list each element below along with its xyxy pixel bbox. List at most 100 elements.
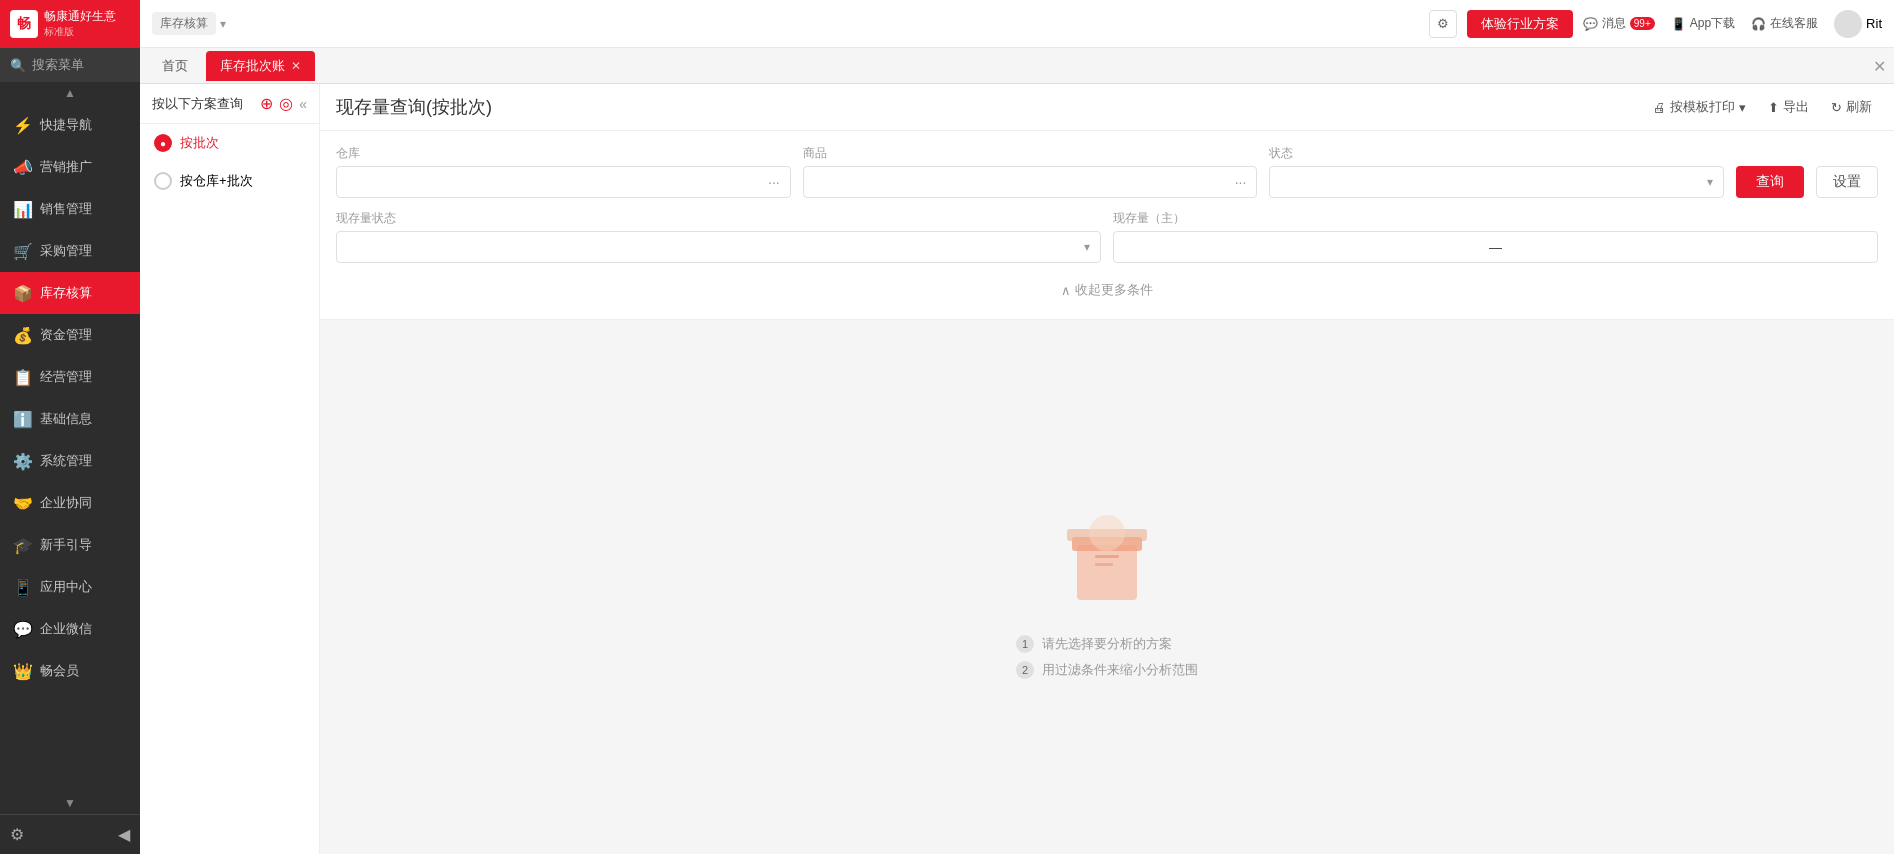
app-version: 标准版 bbox=[44, 25, 116, 39]
export-btn[interactable]: ⬆ 导出 bbox=[1762, 94, 1815, 120]
app-download-btn[interactable]: 📱 App下载 bbox=[1671, 15, 1735, 32]
status-input[interactable]: ▾ bbox=[1269, 166, 1724, 198]
left-panel-header: 按以下方案查询 ⊕ ◎ « bbox=[140, 84, 319, 124]
message-badge: 99+ bbox=[1630, 17, 1655, 30]
avatar bbox=[1834, 10, 1862, 38]
gear-icon: ⚙ bbox=[1437, 16, 1449, 31]
sidebar-item-label: 快捷导航 bbox=[40, 116, 92, 134]
sidebar-item-finance[interactable]: 💰 资金管理 bbox=[0, 314, 140, 356]
message-btn[interactable]: 💬 消息 99+ bbox=[1583, 15, 1655, 32]
tip-num-1: 1 bbox=[1016, 635, 1034, 653]
app-logo: 畅 bbox=[10, 10, 38, 38]
stock-status-input[interactable]: ▾ bbox=[336, 231, 1101, 263]
topbar-gear-btn[interactable]: ⚙ bbox=[1429, 10, 1457, 38]
tab-home-label: 首页 bbox=[162, 57, 188, 75]
product-input[interactable]: ··· bbox=[803, 166, 1258, 198]
svg-point-3 bbox=[1089, 515, 1125, 551]
scheme-settings-btn[interactable]: ◎ bbox=[279, 94, 293, 113]
product-ellipsis[interactable]: ··· bbox=[1235, 174, 1247, 190]
enterprise-icon: 🤝 bbox=[14, 494, 32, 512]
stock-qty-separator: — bbox=[1489, 240, 1502, 255]
svg-rect-5 bbox=[1095, 563, 1113, 566]
sidebar-item-enterprise[interactable]: 🤝 企业协同 bbox=[0, 482, 140, 524]
left-panel: 按以下方案查询 ⊕ ◎ « ● 按批次 按仓库+批次 bbox=[140, 84, 320, 854]
page-title-bar: 现存量查询(按批次) 🖨 按模板打印 ▾ ⬆ 导出 ↻ 刷新 bbox=[320, 84, 1894, 131]
search-menu[interactable]: 🔍 搜索菜单 bbox=[0, 48, 140, 82]
sidebar-item-apps[interactable]: 📱 应用中心 bbox=[0, 566, 140, 608]
filter-row-2: 现存量状态 ▾ 现存量（主） — bbox=[336, 210, 1878, 263]
tip-text-1: 请先选择要分析的方案 bbox=[1042, 635, 1172, 653]
sidebar-scroll-up[interactable]: ▲ bbox=[0, 82, 140, 104]
stock-status-field: 现存量状态 ▾ bbox=[336, 210, 1101, 263]
sidebar-item-system[interactable]: ⚙️ 系统管理 bbox=[0, 440, 140, 482]
inventory-icon: 📦 bbox=[14, 284, 32, 302]
query-btn[interactable]: 查询 bbox=[1736, 166, 1804, 198]
add-scheme-btn[interactable]: ⊕ bbox=[260, 94, 273, 113]
empty-tip-1: 1 请先选择要分析的方案 bbox=[1016, 635, 1198, 653]
sidebar-scroll-down[interactable]: ▼ bbox=[0, 792, 140, 814]
sidebar: 畅 畅康通好生意 标准版 🔍 搜索菜单 ▲ ⚡ 快捷导航 📣 营销推广 📊 销售… bbox=[0, 0, 140, 854]
tip-num-2: 2 bbox=[1016, 661, 1034, 679]
sidebar-item-purchase[interactable]: 🛒 采购管理 bbox=[0, 230, 140, 272]
breadcrumb: 库存核算 ▾ bbox=[152, 12, 1419, 35]
warehouse-input[interactable]: ··· bbox=[336, 166, 791, 198]
sidebar-item-member[interactable]: 👑 畅会员 bbox=[0, 650, 140, 692]
print-dropdown-icon[interactable]: ▾ bbox=[1739, 100, 1746, 115]
breadcrumb-arrow: ▾ bbox=[220, 17, 226, 31]
sidebar-item-label: 畅会员 bbox=[40, 662, 79, 680]
sidebar-item-label: 企业协同 bbox=[40, 494, 92, 512]
stock-qty-max-input[interactable] bbox=[1787, 240, 1867, 255]
warehouse-ellipsis[interactable]: ··· bbox=[768, 174, 780, 190]
sidebar-item-guide[interactable]: 🎓 新手引导 bbox=[0, 524, 140, 566]
print-btn[interactable]: 🖨 按模板打印 ▾ bbox=[1647, 94, 1752, 120]
breadcrumb-path: 库存核算 bbox=[152, 12, 216, 35]
sidebar-item-basic[interactable]: ℹ️ 基础信息 bbox=[0, 398, 140, 440]
status-dropdown-icon: ▾ bbox=[1707, 175, 1713, 189]
refresh-btn[interactable]: ↻ 刷新 bbox=[1825, 94, 1878, 120]
app-title: 畅康通好生意 bbox=[44, 9, 116, 25]
scheme-dot-active: ● bbox=[154, 134, 172, 152]
scheme-by-batch[interactable]: ● 按批次 bbox=[140, 124, 319, 162]
tab-batch-account[interactable]: 库存批次账 ✕ bbox=[206, 51, 315, 81]
page-title-actions: 🖨 按模板打印 ▾ ⬆ 导出 ↻ 刷新 bbox=[1647, 94, 1878, 120]
tip-text-2: 用过滤条件来缩小分析范围 bbox=[1042, 661, 1198, 679]
online-support-label: 在线客服 bbox=[1770, 15, 1818, 32]
sidebar-item-operation[interactable]: 📋 经营管理 bbox=[0, 356, 140, 398]
sidebar-item-marketing[interactable]: 📣 营销推广 bbox=[0, 146, 140, 188]
system-icon: ⚙️ bbox=[14, 452, 32, 470]
collapse-sidebar-icon[interactable]: ◀ bbox=[118, 825, 130, 844]
collapse-panel-btn[interactable]: « bbox=[299, 96, 307, 112]
collapse-label: 收起更多条件 bbox=[1075, 281, 1153, 299]
tab-batch-account-label: 库存批次账 bbox=[220, 57, 285, 75]
warehouse-label: 仓库 bbox=[336, 145, 791, 162]
sidebar-item-inventory[interactable]: 📦 库存核算 bbox=[0, 272, 140, 314]
stock-status-label: 现存量状态 bbox=[336, 210, 1101, 227]
tab-home[interactable]: 首页 bbox=[148, 51, 202, 81]
settings-icon[interactable]: ⚙ bbox=[10, 825, 24, 844]
trial-btn[interactable]: 体验行业方案 bbox=[1467, 10, 1573, 38]
basic-icon: ℹ️ bbox=[14, 410, 32, 428]
online-support-btn[interactable]: 🎧 在线客服 bbox=[1751, 15, 1818, 32]
stock-qty-min-input[interactable] bbox=[1124, 240, 1204, 255]
sidebar-item-label: 经营管理 bbox=[40, 368, 92, 386]
sidebar-item-label: 资金管理 bbox=[40, 326, 92, 344]
finance-icon: 💰 bbox=[14, 326, 32, 344]
setting-btn[interactable]: 设置 bbox=[1816, 166, 1878, 198]
search-menu-label: 搜索菜单 bbox=[32, 56, 84, 74]
sidebar-item-quick-nav[interactable]: ⚡ 快捷导航 bbox=[0, 104, 140, 146]
page-content: 按以下方案查询 ⊕ ◎ « ● 按批次 按仓库+批次 现存量查询(按批次) bbox=[140, 84, 1894, 854]
tab-close-icon[interactable]: ✕ bbox=[291, 60, 301, 72]
svg-rect-0 bbox=[1077, 545, 1137, 600]
collapse-more-btn[interactable]: ∧ 收起更多条件 bbox=[336, 275, 1878, 305]
tab-panel-close-icon[interactable]: ✕ bbox=[1873, 56, 1886, 75]
user-menu[interactable]: Rit bbox=[1834, 10, 1882, 38]
headset-icon: 🎧 bbox=[1751, 17, 1766, 31]
main-area: 库存核算 ▾ ⚙ 体验行业方案 💬 消息 99+ 📱 App下载 🎧 在线客服 bbox=[140, 0, 1894, 854]
scheme-by-warehouse-batch[interactable]: 按仓库+批次 bbox=[140, 162, 319, 200]
operation-icon: 📋 bbox=[14, 368, 32, 386]
wechat-icon: 💬 bbox=[14, 620, 32, 638]
sidebar-item-sales[interactable]: 📊 销售管理 bbox=[0, 188, 140, 230]
search-icon: 🔍 bbox=[10, 58, 26, 73]
export-label: 导出 bbox=[1783, 98, 1809, 116]
sidebar-item-wechat[interactable]: 💬 企业微信 bbox=[0, 608, 140, 650]
